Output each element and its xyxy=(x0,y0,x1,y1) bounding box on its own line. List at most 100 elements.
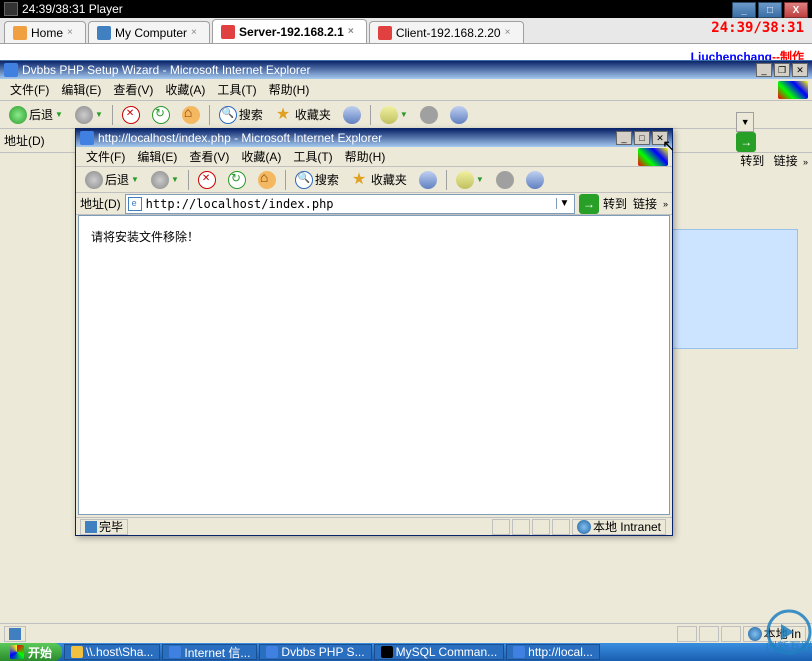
stop-icon xyxy=(198,171,216,189)
ie-icon xyxy=(169,646,181,658)
history-button[interactable] xyxy=(414,169,442,191)
menu-edit[interactable]: 编辑(E) xyxy=(131,146,183,167)
taskbar-item[interactable]: MySQL Comman... xyxy=(374,644,505,660)
stop-button[interactable] xyxy=(117,104,145,126)
taskbar-item[interactable]: \\.host\Sha... xyxy=(64,644,160,660)
zone-icon xyxy=(577,520,591,534)
forward-button[interactable]: ▼ xyxy=(146,169,184,191)
menu-help[interactable]: 帮助(H) xyxy=(263,79,316,100)
mail-icon xyxy=(456,171,474,189)
tab-close-icon[interactable]: × xyxy=(191,27,201,38)
vm-tab-bar: Home × My Computer × Server-192.168.2.1 … xyxy=(0,18,812,44)
ie-inner-statusbar: 完毕 本地 Intranet xyxy=(76,517,672,535)
favorites-button[interactable]: 收藏夹 xyxy=(270,104,336,126)
print-button[interactable] xyxy=(491,169,519,191)
links-label[interactable]: 链接 xyxy=(631,195,659,212)
go-label: 转到 xyxy=(736,154,768,168)
vm-tab-server[interactable]: Server-192.168.2.1 × xyxy=(212,19,367,43)
taskbar-item[interactable]: http://local... xyxy=(506,644,600,660)
go-button[interactable] xyxy=(579,194,599,214)
status-segment xyxy=(512,519,530,535)
back-label: 后退 xyxy=(105,171,129,188)
print-button[interactable] xyxy=(415,104,443,126)
go-button[interactable] xyxy=(736,132,756,152)
taskbar-item[interactable]: Dvbbs PHP S... xyxy=(259,644,371,660)
close-button[interactable]: X xyxy=(784,2,808,18)
page-icon xyxy=(128,197,142,211)
menu-view[interactable]: 查看(V) xyxy=(107,79,159,100)
page-icon xyxy=(85,521,97,533)
ie-outer-title: Dvbbs PHP Setup Wizard - Microsoft Inter… xyxy=(22,63,311,77)
menu-file[interactable]: 文件(F) xyxy=(4,79,55,100)
start-label: 开始 xyxy=(28,644,52,661)
player-title: 24:39/38:31 Player xyxy=(22,2,123,16)
status-done: 完毕 xyxy=(80,519,128,535)
player-window-controls: _ □ X xyxy=(732,2,808,18)
tab-close-icon[interactable]: × xyxy=(67,27,77,38)
tab-close-icon[interactable]: × xyxy=(348,26,358,37)
page-icon xyxy=(9,628,21,640)
forward-button[interactable]: ▼ xyxy=(70,104,108,126)
ie-outer-titlebar: Dvbbs PHP Setup Wizard - Microsoft Inter… xyxy=(0,61,812,79)
close-button[interactable]: ✕ xyxy=(792,63,808,77)
edit-icon xyxy=(450,106,468,124)
menu-favorites[interactable]: 收藏(A) xyxy=(235,146,287,167)
vm-icon xyxy=(378,26,392,40)
links-label[interactable]: 链接 xyxy=(772,154,800,168)
menu-favorites[interactable]: 收藏(A) xyxy=(159,79,211,100)
search-button[interactable]: 搜索 xyxy=(214,104,268,126)
back-icon xyxy=(85,171,103,189)
mail-button[interactable]: ▼ xyxy=(451,169,489,191)
status-segment xyxy=(4,626,26,642)
menu-file[interactable]: 文件(F) xyxy=(80,146,131,167)
ie-inner-titlebar[interactable]: http://localhost/index.php - Microsoft I… xyxy=(76,129,672,147)
address-input[interactable] xyxy=(146,197,556,211)
edit-button[interactable] xyxy=(521,169,549,191)
ie-icon xyxy=(513,646,525,658)
home-button[interactable] xyxy=(177,104,205,126)
refresh-icon xyxy=(152,106,170,124)
console-icon xyxy=(381,646,393,658)
back-button[interactable]: 后退▼ xyxy=(80,169,144,191)
separator xyxy=(209,105,210,125)
ie-icon xyxy=(266,646,278,658)
minimize-button[interactable]: _ xyxy=(732,2,756,18)
ie-inner-title: http://localhost/index.php - Microsoft I… xyxy=(98,131,382,145)
vm-tab-home[interactable]: Home × xyxy=(4,21,86,43)
taskbar-item[interactable]: Internet 信... xyxy=(162,644,257,660)
minimize-button[interactable]: _ xyxy=(756,63,772,77)
home-button[interactable] xyxy=(253,169,281,191)
menu-view[interactable]: 查看(V) xyxy=(183,146,235,167)
menu-help[interactable]: 帮助(H) xyxy=(339,146,392,167)
stop-button[interactable] xyxy=(193,169,221,191)
back-button[interactable]: 后退▼ xyxy=(4,104,68,126)
ie-flag-icon xyxy=(778,81,808,99)
refresh-button[interactable] xyxy=(147,104,175,126)
edit-button[interactable] xyxy=(445,104,473,126)
refresh-button[interactable] xyxy=(223,169,251,191)
vm-tab-label: Client-192.168.2.20 xyxy=(396,26,501,40)
player-titlebar: 24:39/38:31 Player xyxy=(0,0,812,18)
address-dropdown-button[interactable]: ▼ xyxy=(736,112,754,132)
address-dropdown-button[interactable]: ▼ xyxy=(556,198,572,209)
edit-icon xyxy=(526,171,544,189)
vm-tab-mycomputer[interactable]: My Computer × xyxy=(88,21,210,43)
history-button[interactable] xyxy=(338,104,366,126)
menu-tools[interactable]: 工具(T) xyxy=(211,79,262,100)
ie-outer-menubar: 文件(F) 编辑(E) 查看(V) 收藏(A) 工具(T) 帮助(H) xyxy=(0,79,812,101)
vm-tab-client[interactable]: Client-192.168.2.20 × xyxy=(369,21,524,43)
maximize-button[interactable]: □ xyxy=(758,2,782,18)
ie-outer-toolbar: 后退▼ ▼ 搜索 收藏夹 ▼ xyxy=(0,101,812,129)
mail-button[interactable]: ▼ xyxy=(375,104,413,126)
menu-tools[interactable]: 工具(T) xyxy=(287,146,338,167)
search-button[interactable]: 搜索 xyxy=(290,169,344,191)
restore-button[interactable]: ❐ xyxy=(774,63,790,77)
minimize-button[interactable]: _ xyxy=(616,131,632,145)
menu-edit[interactable]: 编辑(E) xyxy=(55,79,107,100)
vm-tab-label: Home xyxy=(31,26,63,40)
start-button[interactable]: 开始 xyxy=(0,643,62,661)
address-label: 地址(D) xyxy=(4,132,45,149)
maximize-button[interactable]: □ xyxy=(634,131,650,145)
favorites-button[interactable]: 收藏夹 xyxy=(346,169,412,191)
tab-close-icon[interactable]: × xyxy=(505,27,515,38)
